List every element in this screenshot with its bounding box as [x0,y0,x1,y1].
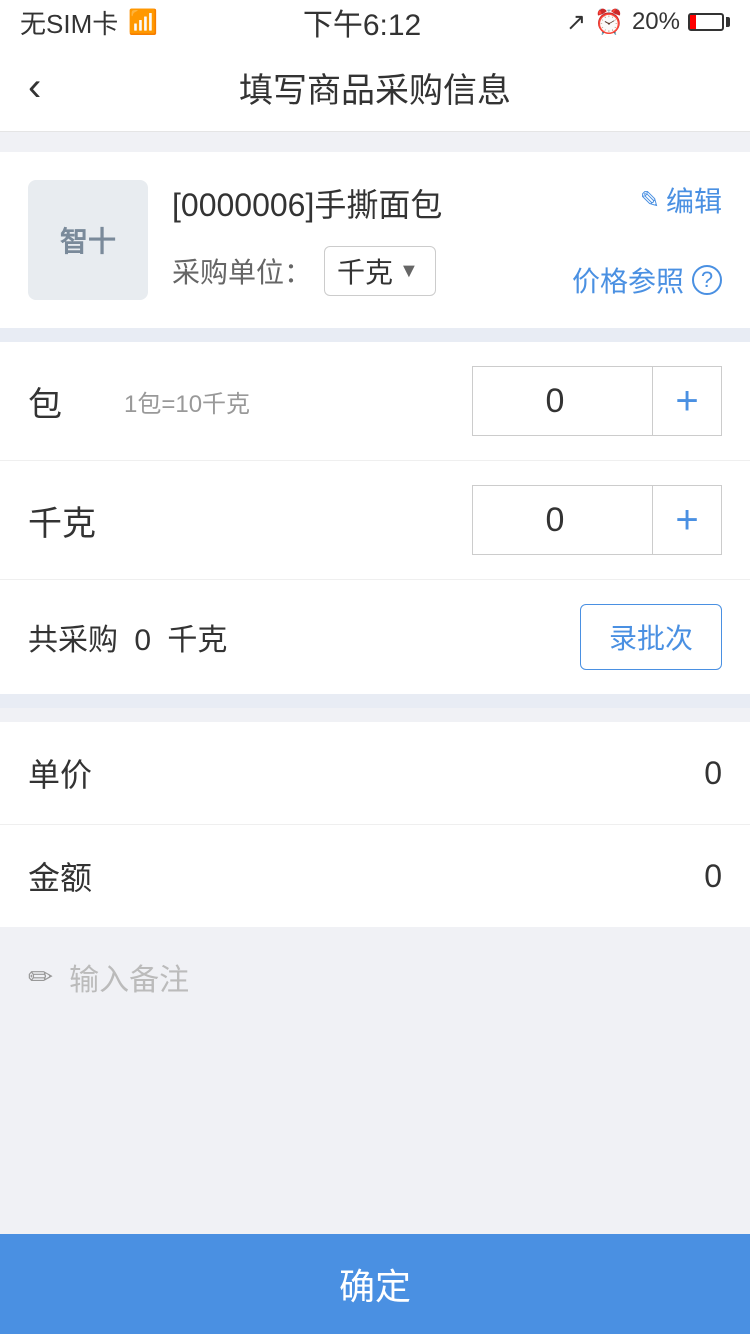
dropdown-arrow-icon: ▼ [399,260,419,283]
edit-label: 编辑 [666,180,722,220]
location-icon: ↗ [566,8,586,37]
quantity-label-kg: 千克 [28,496,108,545]
battery-percentage: 20% [632,8,680,36]
quantity-sublabel-bag: 1包=10千克 [124,384,456,419]
price-value-unit: 0 [704,755,722,792]
summary-row: 共采购 0 千克 录批次 [0,580,750,694]
price-label-unit: 单价 [28,750,92,796]
status-time: 下午6:12 [303,0,421,44]
quantity-input-wrap-bag: + [472,366,722,436]
page-title: 填写商品采购信息 [239,63,511,112]
quantity-label-bag: 包 [28,377,108,426]
purchase-unit-label: 采购单位： [172,251,312,291]
batch-button[interactable]: 录批次 [580,604,722,670]
battery-icon [688,13,730,31]
status-left: 无SIM卡 📶 [20,4,158,41]
product-logo: 智十 [60,220,116,260]
product-thumbnail: 智十 [28,180,148,300]
price-value-amount: 0 [704,858,722,895]
quantity-row-bag: 包 1包=10千克 + [0,342,750,461]
price-row-amount: 金额 0 [0,825,750,927]
price-ref-button[interactable]: 价格参照 ? [572,260,722,300]
price-ref-label: 价格参照 [572,260,684,300]
quantity-plus-kg[interactable]: + [652,485,722,555]
price-section: 单价 0 金额 0 [0,722,750,927]
quantity-input-wrap-kg: + [472,485,722,555]
section-divider [0,328,750,342]
quantity-section: 包 1包=10千克 + 千克 + [0,342,750,580]
section-divider-2 [0,694,750,708]
carrier-label: 无SIM卡 [20,4,118,41]
edit-icon: ✎ [640,186,660,215]
price-row-unit: 单价 0 [0,722,750,825]
product-card: 智十 [0000006]手撕面包 采购单位： 千克 ▼ ✎ 编辑 价格参照 ? [0,152,750,328]
confirm-button[interactable]: 确定 [0,1234,750,1334]
price-label-amount: 金额 [28,853,92,899]
status-right: ↗ ⏰ 20% [566,8,730,37]
confirm-button-wrap: 确定 [0,1234,750,1334]
status-bar: 无SIM卡 📶 下午6:12 ↗ ⏰ 20% [0,0,750,44]
edit-button[interactable]: ✎ 编辑 [640,180,722,220]
quantity-input-kg[interactable] [472,485,652,555]
summary-text: 共采购 0 千克 [28,615,227,659]
nav-bar: ‹ 填写商品采购信息 [0,44,750,132]
remarks-placeholder: 输入备注 [69,955,189,999]
alarm-icon: ⏰ [594,8,624,37]
remarks-section[interactable]: ✏ 输入备注 [0,927,750,1027]
unit-dropdown[interactable]: 千克 ▼ [324,246,436,296]
quantity-row-kg: 千克 + [0,461,750,580]
back-button[interactable]: ‹ [28,65,41,110]
wifi-icon: 📶 [128,8,158,37]
quantity-input-bag[interactable] [472,366,652,436]
unit-value: 千克 [337,251,393,291]
help-icon: ? [692,265,722,295]
quantity-plus-bag[interactable]: + [652,366,722,436]
pencil-icon: ✏ [28,960,53,995]
